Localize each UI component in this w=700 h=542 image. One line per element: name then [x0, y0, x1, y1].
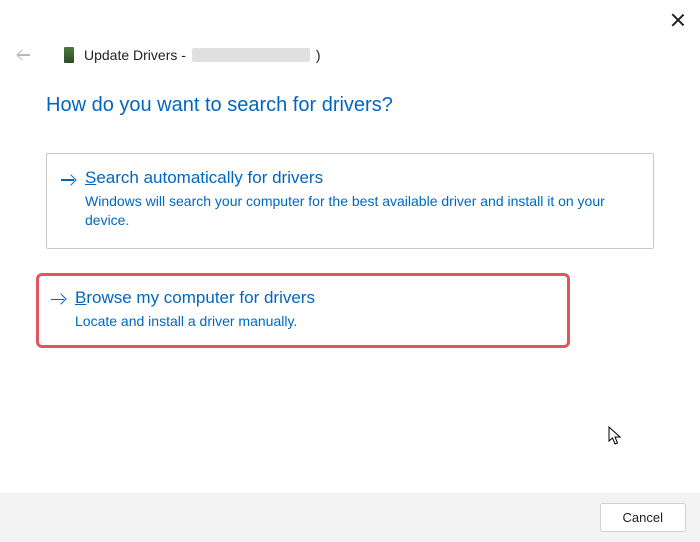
header-title-prefix: Update Drivers - — [84, 47, 186, 63]
accelerator-letter: S — [85, 168, 96, 187]
option-title: Search automatically for drivers — [85, 168, 635, 188]
option-browse-computer[interactable]: Browse my computer for drivers Locate an… — [36, 273, 570, 348]
option-description: Locate and install a driver manually. — [75, 312, 551, 331]
arrow-right-icon — [61, 172, 77, 188]
cancel-button[interactable]: Cancel — [600, 503, 686, 532]
close-icon[interactable] — [670, 12, 686, 28]
arrow-right-icon — [51, 292, 67, 308]
option-text: Browse my computer for drivers Locate an… — [75, 288, 551, 331]
header-title: Update Drivers - ) — [84, 47, 321, 63]
option-text: Search automatically for drivers Windows… — [85, 168, 635, 230]
option-search-automatically[interactable]: Search automatically for drivers Windows… — [46, 153, 654, 249]
device-icon — [64, 47, 74, 63]
main-heading: How do you want to search for drivers? — [46, 94, 654, 117]
dialog-header: Update Drivers - ) — [0, 0, 700, 64]
back-arrow-icon[interactable] — [14, 46, 32, 64]
update-drivers-dialog: Update Drivers - ) How do you want to se… — [0, 0, 700, 542]
accelerator-letter: B — [75, 288, 86, 307]
option-title-rest: rowse my computer for drivers — [86, 288, 315, 307]
option-title-rest: earch automatically for drivers — [96, 168, 323, 187]
option-title: Browse my computer for drivers — [75, 288, 551, 308]
dialog-footer: Cancel — [0, 493, 700, 542]
option-description: Windows will search your computer for th… — [85, 192, 635, 230]
dialog-content: How do you want to search for drivers? S… — [0, 64, 700, 493]
device-name-redacted — [192, 48, 310, 62]
header-title-suffix: ) — [316, 47, 321, 63]
